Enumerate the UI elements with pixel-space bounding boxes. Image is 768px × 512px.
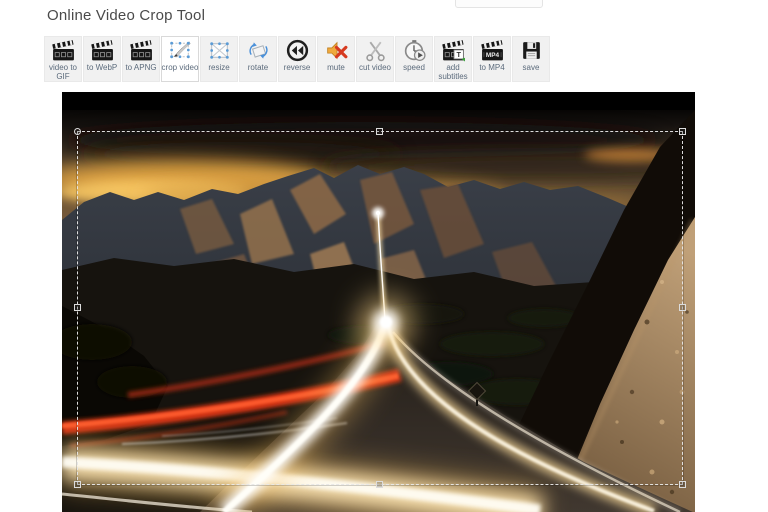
toolbar-button-label: rotate [247, 63, 269, 72]
toolbar-button-label: add subtitles [438, 63, 468, 81]
toolbar-button-cut-video[interactable]: cut video [356, 36, 394, 82]
toolbar-button-video-to-gif[interactable]: video to GIF [44, 36, 82, 82]
resize-icon [207, 38, 232, 63]
svg-text:MP4: MP4 [485, 52, 499, 59]
toolbar-button-label: to APNG [125, 63, 157, 72]
svg-text:T: T [456, 50, 461, 59]
crop-selection[interactable] [74, 128, 686, 488]
toolbar-button-label: cut video [358, 63, 392, 72]
toolbar-button-label: to MP4 [479, 63, 505, 72]
toolbar-button-rotate[interactable]: rotate [239, 36, 277, 82]
toolbar-button-mute[interactable]: mute [317, 36, 355, 82]
online-video-crop-tool-app: Online Video Crop Tool video to GIF to W… [0, 0, 768, 512]
stopwatch-icon [402, 38, 427, 63]
crop-handle-nw[interactable] [74, 128, 81, 135]
toolbar-button-crop-video[interactable]: crop video [161, 36, 199, 82]
toolbar-button-to-webp[interactable]: to WebP [83, 36, 121, 82]
subtitles-clapperboard-icon: T [441, 38, 466, 63]
toolbar-button-label: crop video [161, 63, 199, 72]
rotate-icon [246, 38, 271, 63]
crop-handle-ne[interactable] [679, 128, 686, 135]
video-preview[interactable] [62, 92, 695, 512]
crop-handle-w[interactable] [74, 304, 81, 311]
toolbar-button-label: speed [403, 63, 425, 72]
crop-handle-se[interactable] [679, 481, 686, 488]
toolbar-button-label: video to GIF [48, 63, 78, 81]
crop-handle-sw[interactable] [74, 481, 81, 488]
page-title: Online Video Crop Tool [47, 7, 206, 24]
toolbar-button-label: mute [327, 63, 345, 72]
toolbar-button-resize[interactable]: resize [200, 36, 238, 82]
clapperboard-icon [129, 38, 154, 63]
toolbar-button-label: reverse [283, 63, 311, 72]
scissors-icon [363, 38, 388, 63]
crop-handle-s[interactable] [376, 481, 383, 488]
clapperboard-icon [90, 38, 115, 63]
crop-icon [168, 38, 193, 63]
toolbar-button-label: resize [208, 63, 230, 72]
toolbar-button-label: to WebP [86, 63, 118, 72]
toolbar-button-add-subtitles[interactable]: T add subtitles [434, 36, 472, 82]
muted-speaker-icon [324, 38, 349, 63]
toolbar-button-to-apng[interactable]: to APNG [122, 36, 160, 82]
toolbar-button-reverse[interactable]: reverse [278, 36, 316, 82]
top-partial-control[interactable] [455, 0, 543, 8]
clapperboard-icon [51, 38, 76, 63]
rewind-icon [285, 38, 310, 63]
toolbar-button-to-mp4[interactable]: MP4 to MP4 [473, 36, 511, 82]
floppy-disk-icon [519, 38, 544, 63]
crop-handle-n[interactable] [376, 128, 383, 135]
toolbar-button-save[interactable]: save [512, 36, 550, 82]
toolbar: video to GIF to WebP to APNG crop video … [44, 36, 550, 82]
toolbar-button-speed[interactable]: speed [395, 36, 433, 82]
crop-handle-e[interactable] [679, 304, 686, 311]
mp4-clapperboard-icon: MP4 [480, 38, 505, 63]
toolbar-button-label: save [522, 63, 540, 72]
